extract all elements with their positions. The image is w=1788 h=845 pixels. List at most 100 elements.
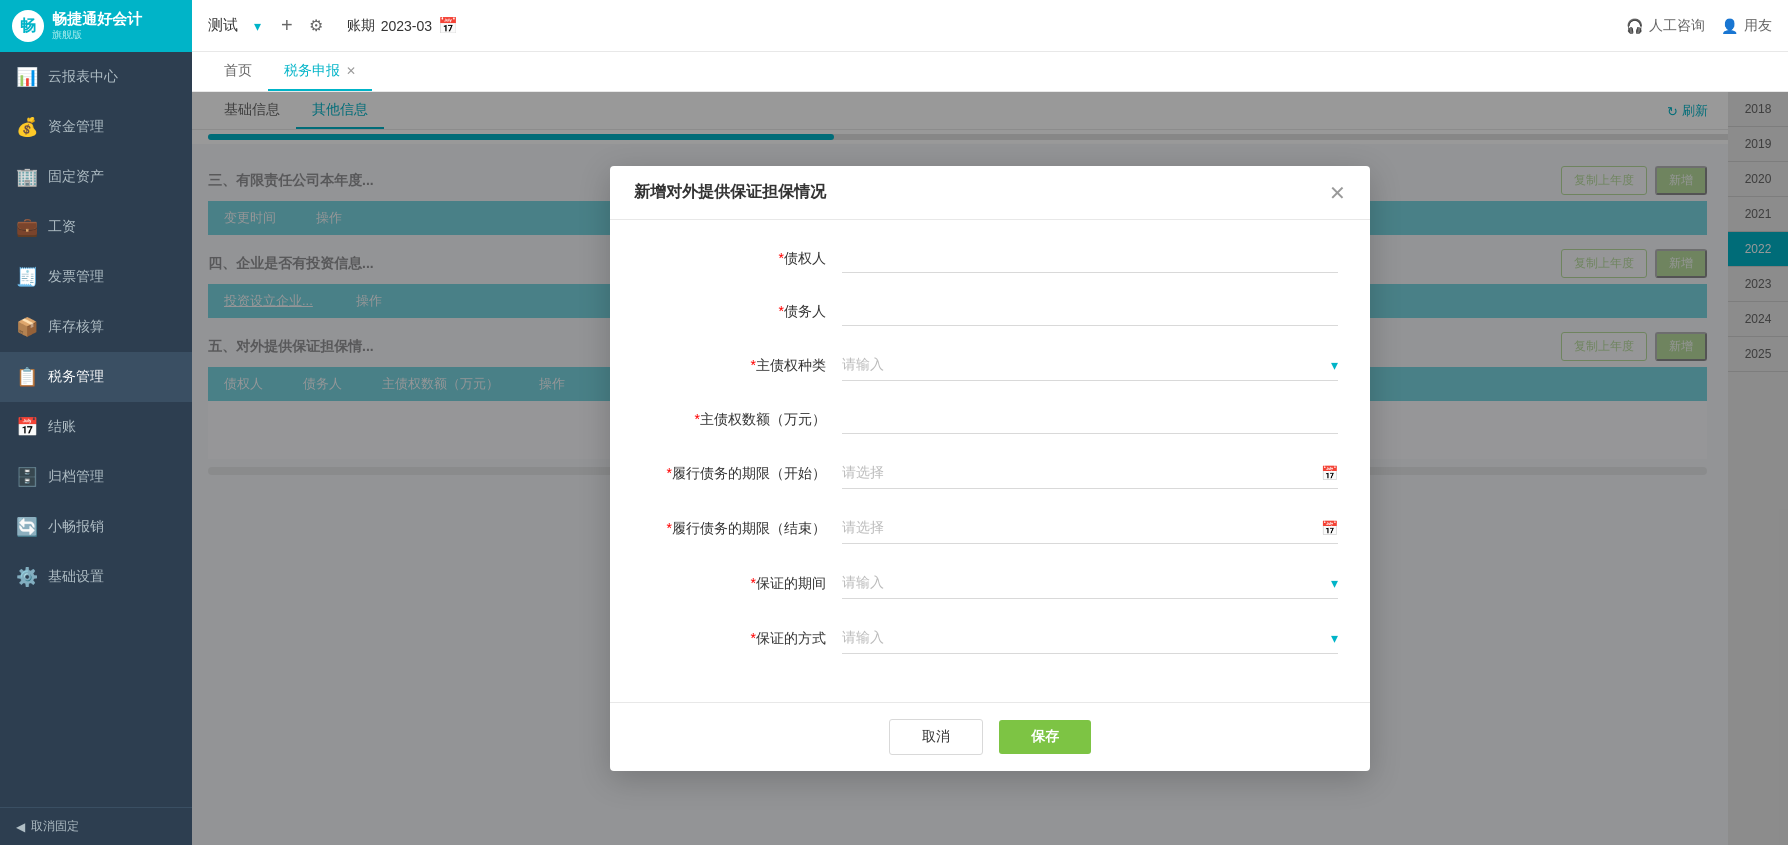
- expense-icon: 🔄: [16, 516, 38, 538]
- sidebar-item-tax[interactable]: 📋 税务管理: [0, 352, 192, 402]
- form-row-period-end: *履行债务的期限（结束） 请选择 📅: [642, 513, 1338, 544]
- sidebar-item-label: 工资: [48, 218, 76, 236]
- logo-icon: 畅: [12, 10, 44, 42]
- sidebar-item-label: 税务管理: [48, 368, 104, 386]
- period-start-date[interactable]: 请选择 📅: [842, 458, 1338, 489]
- guarantee-period-placeholder: 请输入: [842, 574, 1331, 592]
- sidebar-item-settings[interactable]: ⚙️ 基础设置: [0, 552, 192, 602]
- form-row-period-start: *履行债务的期限（开始） 请选择 📅: [642, 458, 1338, 489]
- fund-icon: 💰: [16, 116, 38, 138]
- guarantee-method-select[interactable]: 请输入 ▾: [842, 623, 1338, 654]
- modal-footer: 取消 保存: [610, 702, 1370, 771]
- guarantee-period-select[interactable]: 请输入 ▾: [842, 568, 1338, 599]
- period-value: 2023-03: [381, 18, 432, 34]
- debtor-label: *债务人: [642, 303, 842, 321]
- period-start-placeholder: 请选择: [842, 464, 1321, 482]
- creditor-input[interactable]: [842, 244, 1338, 273]
- sidebar-item-label: 资金管理: [48, 118, 104, 136]
- archive-icon: 🗄️: [16, 466, 38, 488]
- page-tabs: 首页 税务申报 ✕: [192, 52, 1788, 92]
- sidebar-item-invoice[interactable]: 🧾 发票管理: [0, 252, 192, 302]
- period-end-placeholder: 请选择: [842, 519, 1321, 537]
- calendar-icon[interactable]: 📅: [438, 16, 458, 35]
- form-row-debtor: *债务人: [642, 297, 1338, 326]
- guarantee-period-dropdown-icon: ▾: [1331, 575, 1338, 591]
- claim-type-dropdown-icon: ▾: [1331, 357, 1338, 373]
- guarantee-period-label: *保证的期间: [642, 575, 842, 593]
- topbar-right: 🎧 人工咨询 👤 用友: [1626, 17, 1772, 35]
- modal-header: 新增对外提供保证担保情况 ✕: [610, 166, 1370, 220]
- main-area: 测试 ▾ + ⚙ 账期 2023-03 📅 🎧 人工咨询 👤 用友: [192, 0, 1788, 845]
- guarantee-method-dropdown-icon: ▾: [1331, 630, 1338, 646]
- sidebar-item-fund[interactable]: 💰 资金管理: [0, 102, 192, 152]
- company-name: 测试: [208, 16, 238, 35]
- user-icon: 👤: [1721, 18, 1738, 34]
- invoice-icon: 🧾: [16, 266, 38, 288]
- claim-type-label: *主债权种类: [642, 357, 842, 375]
- content-area: 基础信息 其他信息 ↻ 刷新 ✕: [192, 92, 1788, 845]
- claim-amount-label: *主债权数额（万元）: [642, 411, 842, 429]
- sidebar-cancel-fixed[interactable]: ◀ 取消固定: [0, 807, 192, 845]
- pin-icon: ◀: [16, 820, 25, 834]
- form-row-claim-type: *主债权种类 请输入 ▾: [642, 350, 1338, 381]
- sidebar-item-label: 归档管理: [48, 468, 104, 486]
- sidebar-item-settle[interactable]: 📅 结账: [0, 402, 192, 452]
- period-selector: 账期 2023-03 📅: [347, 16, 458, 35]
- salary-icon: 💼: [16, 216, 38, 238]
- sidebar-item-expense[interactable]: 🔄 小畅报销: [0, 502, 192, 552]
- sidebar-item-label: 基础设置: [48, 568, 104, 586]
- logo-text: 畅捷通好会计: [52, 10, 142, 28]
- sidebar-item-label: 发票管理: [48, 268, 104, 286]
- debtor-input[interactable]: [842, 297, 1338, 326]
- period-label: 账期: [347, 17, 375, 35]
- period-end-date[interactable]: 请选择 📅: [842, 513, 1338, 544]
- sidebar-item-label: 云报表中心: [48, 68, 118, 86]
- period-start-calendar-icon: 📅: [1321, 465, 1338, 481]
- sidebar-nav: 📊 云报表中心 💰 资金管理 🏢 固定资产 💼 工资 🧾 发票管理 📦: [0, 52, 192, 807]
- settings-icon: ⚙️: [16, 566, 38, 588]
- sidebar-item-inventory[interactable]: 📦 库存核算: [0, 302, 192, 352]
- claim-type-placeholder: 请输入: [842, 356, 1331, 374]
- sidebar-item-label: 小畅报销: [48, 518, 104, 536]
- cancel-button[interactable]: 取消: [889, 719, 983, 755]
- sidebar-item-archive[interactable]: 🗄️ 归档管理: [0, 452, 192, 502]
- sidebar-item-label: 库存核算: [48, 318, 104, 336]
- topbar: 测试 ▾ + ⚙ 账期 2023-03 📅 🎧 人工咨询 👤 用友: [192, 0, 1788, 52]
- claim-amount-input[interactable]: [842, 405, 1338, 434]
- save-button[interactable]: 保存: [999, 720, 1091, 754]
- tax-icon: 📋: [16, 366, 38, 388]
- modal-close-button[interactable]: ✕: [1329, 183, 1346, 203]
- claim-type-select[interactable]: 请输入 ▾: [842, 350, 1338, 381]
- headset-icon: 🎧: [1626, 18, 1643, 34]
- add-button[interactable]: +: [281, 14, 293, 37]
- tab-home[interactable]: 首页: [208, 52, 268, 91]
- sidebar-item-cloud-report[interactable]: 📊 云报表中心: [0, 52, 192, 102]
- form-row-guarantee-period: *保证的期间 请输入 ▾: [642, 568, 1338, 599]
- period-end-label: *履行债务的期限（结束）: [642, 520, 842, 538]
- sidebar-logo: 畅 畅捷通好会计 旗舰版: [0, 0, 192, 52]
- tab-close-icon[interactable]: ✕: [346, 64, 356, 78]
- gear-icon[interactable]: ⚙: [309, 16, 323, 35]
- service-button[interactable]: 🎧 人工咨询: [1626, 17, 1705, 35]
- company-dropdown-icon[interactable]: ▾: [254, 18, 261, 34]
- period-end-calendar-icon: 📅: [1321, 520, 1338, 536]
- creditor-label: *债权人: [642, 250, 842, 268]
- sidebar-item-label: 固定资产: [48, 168, 104, 186]
- sidebar-item-label: 结账: [48, 418, 76, 436]
- guarantee-method-placeholder: 请输入: [842, 629, 1331, 647]
- sidebar-item-fixed-asset[interactable]: 🏢 固定资产: [0, 152, 192, 202]
- modal-body: *债权人 *债务人: [610, 220, 1370, 702]
- sidebar-item-salary[interactable]: 💼 工资: [0, 202, 192, 252]
- guarantee-method-label: *保证的方式: [642, 630, 842, 648]
- modal-dialog: 新增对外提供保证担保情况 ✕ *债权人: [610, 166, 1370, 771]
- cloud-report-icon: 📊: [16, 66, 38, 88]
- sidebar: 畅 畅捷通好会计 旗舰版 📊 云报表中心 💰 资金管理 🏢 固定资产 💼: [0, 0, 192, 845]
- modal-title: 新增对外提供保证担保情况: [634, 182, 826, 203]
- tab-tax-report[interactable]: 税务申报 ✕: [268, 52, 372, 91]
- form-row-guarantee-method: *保证的方式 请输入 ▾: [642, 623, 1338, 654]
- inventory-icon: 📦: [16, 316, 38, 338]
- fixed-asset-icon: 🏢: [16, 166, 38, 188]
- logo-badge: 旗舰版: [52, 28, 142, 42]
- form-row-claim-amount: *主债权数额（万元）: [642, 405, 1338, 434]
- user-menu[interactable]: 👤 用友: [1721, 17, 1772, 35]
